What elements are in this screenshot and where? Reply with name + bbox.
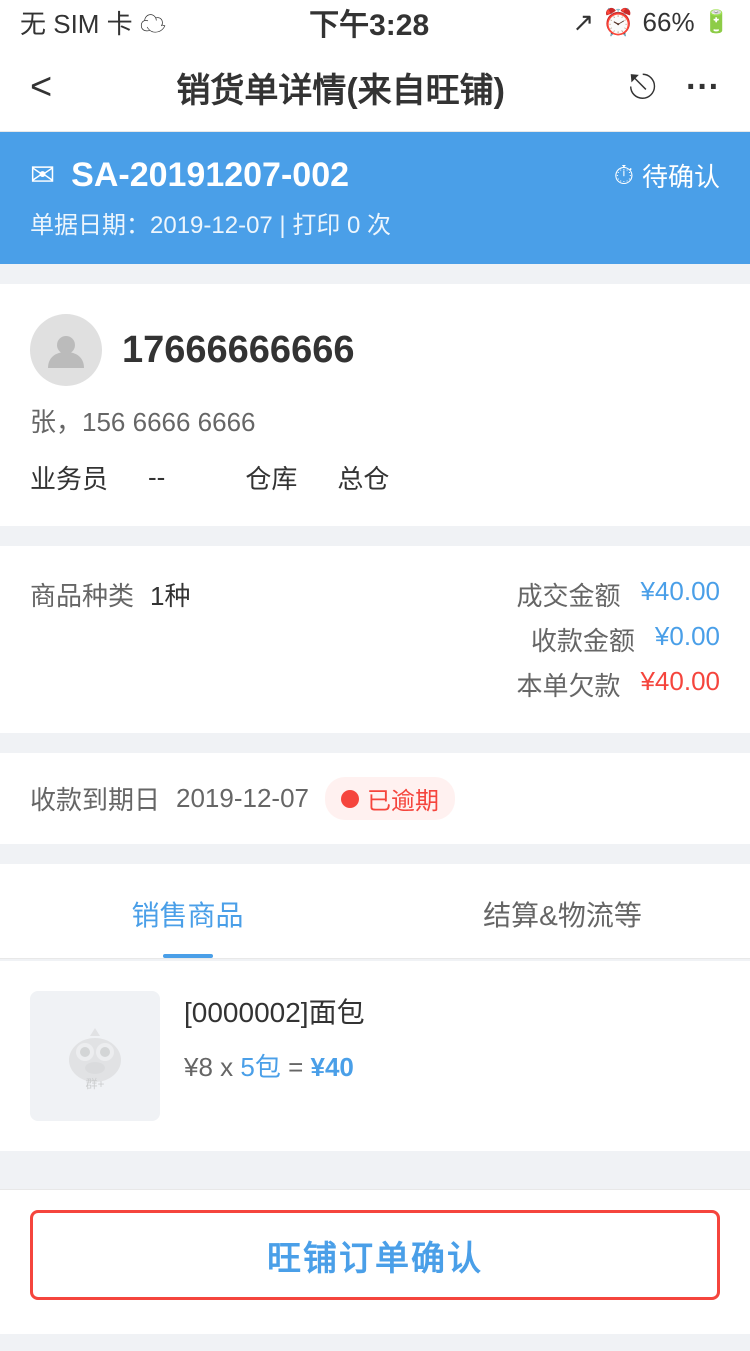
due-date-value: 2019-12-07 (176, 783, 309, 814)
product-qty: 5包 (240, 1052, 280, 1082)
overdue-badge: 已逾期 (325, 777, 455, 820)
nav-actions: ⎋ ··· (629, 68, 720, 107)
status-bar: 无 SIM 卡 ☁ 下午3:28 ↗ ⏰ 66% 🔋 (0, 0, 750, 44)
deal-amount-row: 成交金额 ¥40.00 (516, 576, 720, 613)
sales-label: 业务员 (30, 459, 108, 496)
clock-icon: ⏱ (614, 160, 634, 192)
svg-text:群+: 群+ (85, 1077, 104, 1091)
order-icon: ✉ (30, 158, 55, 193)
bottom-bar: 旺铺订单确认 (0, 1189, 750, 1334)
back-button[interactable]: < (30, 66, 52, 109)
tabs-bar: 销售商品 结算&物流等 (0, 864, 750, 959)
owed-amount-row: 本单欠款 ¥40.00 (516, 666, 720, 703)
due-date-section: 收款到期日 2019-12-07 已逾期 (0, 753, 750, 844)
page-title: 销货单详情(来自旺铺) (176, 63, 505, 112)
owed-amount-label: 本单欠款 (516, 666, 620, 703)
tab-settlement-logistics[interactable]: 结算&物流等 (375, 864, 750, 958)
summary-section: 商品种类 1种 成交金额 ¥40.00 收款金额 ¥0.00 本单欠款 ¥40.… (0, 546, 750, 733)
product-details: [0000002]面包 ¥8 x 5包 = ¥40 (184, 991, 720, 1084)
customer-name: 张，156 6666 6666 (30, 402, 720, 439)
avatar (30, 314, 102, 386)
payment-amount-value: ¥0.00 (655, 621, 720, 658)
due-date-label: 收款到期日 (30, 780, 160, 817)
product-equals: = (281, 1052, 311, 1082)
product-type-value: 1种 (150, 576, 190, 613)
deal-amount-value: ¥40.00 (640, 576, 720, 613)
overdue-text: 已逾期 (367, 781, 439, 816)
deal-amount-label: 成交金额 (516, 576, 620, 613)
alarm-icon: ⏰ (602, 7, 634, 38)
product-unit-price: ¥8 x (184, 1052, 240, 1082)
overdue-dot-icon (341, 790, 359, 808)
confirm-order-button[interactable]: 旺铺订单确认 (30, 1210, 720, 1300)
product-price-row: ¥8 x 5包 = ¥40 (184, 1047, 720, 1084)
customer-section: 17666666666 张，156 6666 6666 业务员 -- 仓库 总仓 (0, 284, 750, 526)
order-header: ✉ SA-20191207-002 ⏱ 待确认 单据日期：2019-12-07 … (0, 132, 750, 264)
product-thumbnail: 群+ (30, 991, 160, 1121)
payment-amount-row: 收款金额 ¥0.00 (531, 621, 720, 658)
battery-icon: 🔋 (703, 9, 730, 35)
product-total: ¥40 (310, 1052, 353, 1082)
order-id: SA-20191207-002 (71, 156, 349, 195)
order-status-text: 待确认 (642, 157, 720, 194)
order-date: 单据日期：2019-12-07 | 打印 0 次 (30, 205, 720, 240)
payment-amount-label: 收款金额 (531, 621, 635, 658)
sales-value: -- (148, 462, 165, 493)
owed-amount-value: ¥40.00 (640, 666, 720, 703)
customer-phone: 17666666666 (122, 329, 354, 372)
battery-level: 66% (643, 7, 695, 38)
nav-bar: < 销货单详情(来自旺铺) ⎋ ··· (0, 44, 750, 132)
status-left: 无 SIM 卡 ☁ (20, 4, 166, 41)
product-type-label: 商品种类 (30, 576, 134, 613)
product-item: 群+ [0000002]面包 ¥8 x 5包 = ¥40 (0, 961, 750, 1151)
status-time: 下午3:28 (309, 0, 429, 44)
sim-status: 无 SIM 卡 ☁ (20, 4, 166, 41)
location-icon: ↗ (572, 7, 594, 38)
share-icon[interactable]: ⎋ (629, 68, 656, 107)
status-right: ↗ ⏰ 66% 🔋 (572, 7, 730, 38)
product-name: [0000002]面包 (184, 991, 720, 1031)
tab-sales-products[interactable]: 销售商品 (0, 864, 375, 958)
warehouse-value: 总仓 (337, 459, 389, 496)
more-icon[interactable]: ··· (686, 68, 720, 107)
warehouse-label: 仓库 (245, 459, 297, 496)
